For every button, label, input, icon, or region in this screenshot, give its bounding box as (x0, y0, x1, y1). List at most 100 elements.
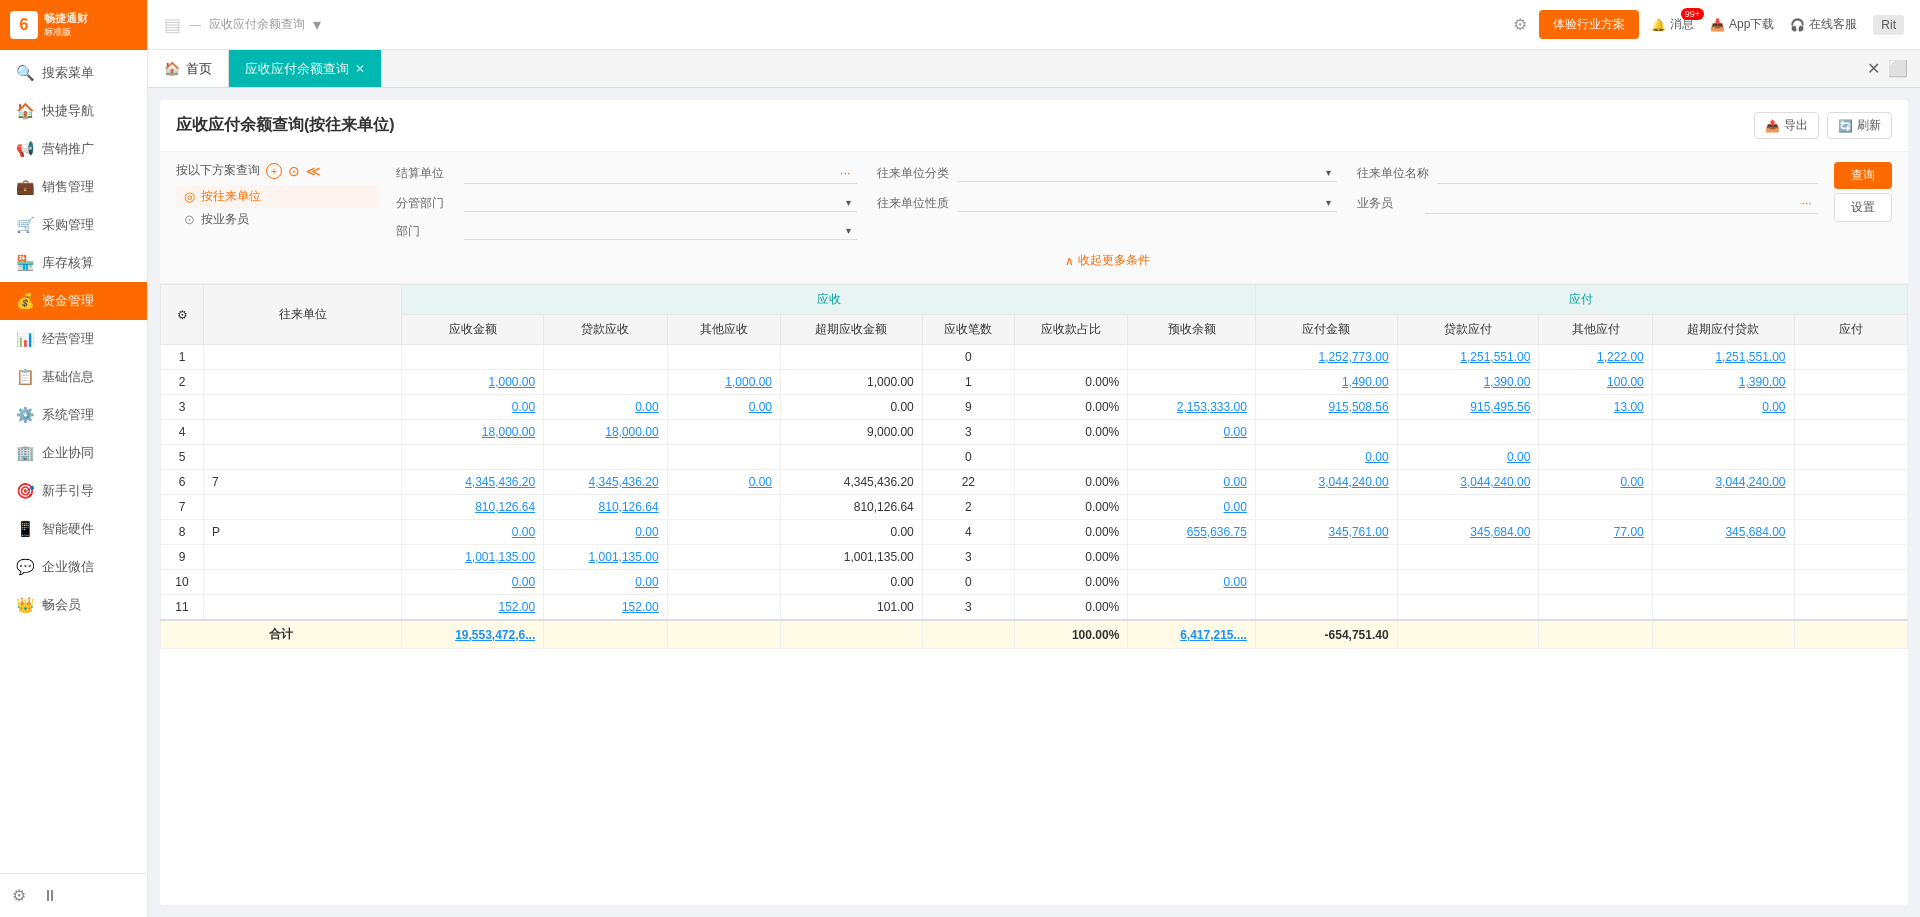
message-btn[interactable]: 🔔 消息 99+ (1651, 16, 1694, 33)
cell-ar_other[interactable]: 1,000.00 (667, 370, 780, 395)
cell-ar_prepaid[interactable] (1128, 345, 1256, 370)
cell-ap_amount[interactable] (1255, 570, 1397, 595)
maximize-btn[interactable]: ⬜ (1888, 59, 1908, 78)
cell-ar_loan[interactable]: 0.00 (544, 520, 667, 545)
sidebar-item-smart-hw[interactable]: 📱 智能硬件 (0, 510, 147, 548)
settlement-unit-select[interactable]: ··· (464, 162, 857, 184)
close-window-btn[interactable]: ✕ (1867, 59, 1880, 78)
cell-ap_overdue[interactable]: 1,390.00 (1652, 370, 1794, 395)
cell-ar_prepaid[interactable]: 0.00 (1128, 495, 1256, 520)
cell-ap_other[interactable] (1539, 595, 1652, 621)
settings-footer-btn[interactable]: ⚙ (12, 886, 26, 905)
cell-ar_loan[interactable] (544, 370, 667, 395)
cell-ap_overdue[interactable] (1652, 570, 1794, 595)
cell-ap_loan[interactable] (1397, 595, 1539, 621)
cell-ar_other[interactable] (667, 595, 780, 621)
tab-home[interactable]: 🏠 首页 (148, 50, 229, 87)
cell-ap_loan[interactable] (1397, 545, 1539, 570)
salesperson-select[interactable]: ··· (1425, 192, 1818, 214)
sidebar-item-enterprise[interactable]: 🏢 企业协同 (0, 434, 147, 472)
cell-ar_loan[interactable]: 152.00 (544, 595, 667, 621)
online-service-btn[interactable]: 🎧 在线客服 (1790, 16, 1857, 33)
cell-ap_other[interactable] (1539, 545, 1652, 570)
cell-ar_other[interactable] (667, 545, 780, 570)
cell-ap_other[interactable]: 77.00 (1539, 520, 1652, 545)
cell-ap_loan[interactable] (1397, 570, 1539, 595)
collapse-more-btn[interactable]: ∧ 收起更多条件 (396, 248, 1818, 273)
cell-ap_amount[interactable] (1255, 595, 1397, 621)
cell-ap_amount[interactable] (1255, 420, 1397, 445)
target-filter-btn[interactable]: ⊙ (288, 163, 300, 179)
unit-name-input[interactable] (1437, 163, 1818, 184)
cell-ap_loan[interactable]: 0.00 (1397, 445, 1539, 470)
cell-ap_overdue[interactable]: 3,044,240.00 (1652, 470, 1794, 495)
trial-btn[interactable]: 体验行业方案 (1539, 10, 1639, 39)
cell-ar_prepaid[interactable]: 0.00 (1128, 420, 1256, 445)
cell-ar_loan[interactable]: 18,000.00 (544, 420, 667, 445)
sidebar-item-inventory[interactable]: 🏪 库存核算 (0, 244, 147, 282)
cell-ar_other[interactable] (667, 570, 780, 595)
cell-ar_amount[interactable] (402, 345, 544, 370)
cell-ap_loan[interactable] (1397, 420, 1539, 445)
cell-ar_prepaid[interactable]: 2,153,333.00 (1128, 395, 1256, 420)
cell-ap_loan[interactable]: 1,251,551.00 (1397, 345, 1539, 370)
cell-ap_overdue[interactable]: 1,251,551.00 (1652, 345, 1794, 370)
cell-ar_other[interactable]: 0.00 (667, 395, 780, 420)
cell-ap_overdue[interactable]: 0.00 (1652, 395, 1794, 420)
cell-ar_other[interactable]: 0.00 (667, 470, 780, 495)
table-area[interactable]: ⚙ 往来单位 应收 应付 应收金额 贷款应收 其他应收 超期应收金额 应收笔数 … (160, 284, 1908, 905)
cell-ar_prepaid[interactable] (1128, 445, 1256, 470)
cell-ap_amount[interactable]: 0.00 (1255, 445, 1397, 470)
cell-ap_other[interactable] (1539, 570, 1652, 595)
collapse-btn[interactable]: ⏸ (42, 887, 58, 905)
cell-ar_amount[interactable] (402, 445, 544, 470)
cell-ar_other[interactable] (667, 445, 780, 470)
tab-close-btn[interactable]: ✕ (355, 62, 365, 76)
cell-ap_loan[interactable]: 1,390.00 (1397, 370, 1539, 395)
query-btn[interactable]: 查询 (1834, 162, 1892, 189)
unit-nature-select[interactable]: ▾ (957, 194, 1338, 212)
total-ar-prepaid[interactable]: 6,417,215.... (1128, 620, 1256, 649)
cell-ap_amount[interactable]: 345,761.00 (1255, 520, 1397, 545)
cell-ap_loan[interactable]: 915,495.56 (1397, 395, 1539, 420)
cell-ar_amount[interactable]: 0.00 (402, 570, 544, 595)
cell-ap_amount[interactable]: 1,252,773.00 (1255, 345, 1397, 370)
cell-ar_prepaid[interactable] (1128, 370, 1256, 395)
cell-ap_overdue[interactable] (1652, 445, 1794, 470)
set-btn[interactable]: 设置 (1834, 193, 1892, 222)
cell-ar_amount[interactable]: 4,345,436.20 (402, 470, 544, 495)
header-settings-icon[interactable]: ⚙ (1513, 15, 1527, 34)
cell-ap_other[interactable]: 100.00 (1539, 370, 1652, 395)
cell-ap_overdue[interactable] (1652, 420, 1794, 445)
sidebar-item-finance[interactable]: 💰 资金管理 (0, 282, 147, 320)
filter-nav-by-staff[interactable]: ⊙ 按业务员 (176, 208, 380, 231)
cell-ar_loan[interactable]: 4,345,436.20 (544, 470, 667, 495)
cell-ap_overdue[interactable]: 345,684.00 (1652, 520, 1794, 545)
cell-ar_loan[interactable]: 810,126.64 (544, 495, 667, 520)
export-btn[interactable]: 📤 导出 (1754, 112, 1819, 139)
dept-select[interactable]: ▾ (464, 194, 857, 212)
cell-ar_other[interactable] (667, 520, 780, 545)
cell-ar_other[interactable] (667, 495, 780, 520)
total-ar-amount[interactable]: 19,553,472,6... (402, 620, 544, 649)
sidebar-item-guide[interactable]: 🎯 新手引导 (0, 472, 147, 510)
cell-ar_amount[interactable]: 18,000.00 (402, 420, 544, 445)
cell-ar_amount[interactable]: 810,126.64 (402, 495, 544, 520)
sidebar-item-marketing[interactable]: 📢 营销推广 (0, 130, 147, 168)
refresh-btn[interactable]: 🔄 刷新 (1827, 112, 1892, 139)
cell-ap_overdue[interactable] (1652, 495, 1794, 520)
cell-ap_amount[interactable]: 1,490.00 (1255, 370, 1397, 395)
cell-ap_other[interactable]: 1,222.00 (1539, 345, 1652, 370)
app-download-btn[interactable]: 📥 App下载 (1710, 16, 1774, 33)
sidebar-item-ops[interactable]: 📊 经营管理 (0, 320, 147, 358)
dropdown-btn[interactable]: ▾ (313, 15, 321, 34)
settings-icon[interactable]: ⚙ (177, 308, 188, 322)
cell-ap_other[interactable] (1539, 445, 1652, 470)
cell-ar_loan[interactable]: 0.00 (544, 395, 667, 420)
cell-ar_loan[interactable]: 0.00 (544, 570, 667, 595)
back-filter-btn[interactable]: ≪ (306, 163, 321, 179)
sidebar-item-wechat[interactable]: 💬 企业微信 (0, 548, 147, 586)
sidebar-item-vip[interactable]: 👑 畅会员 (0, 586, 147, 624)
cell-ap_other[interactable] (1539, 420, 1652, 445)
cell-ap_other[interactable] (1539, 495, 1652, 520)
